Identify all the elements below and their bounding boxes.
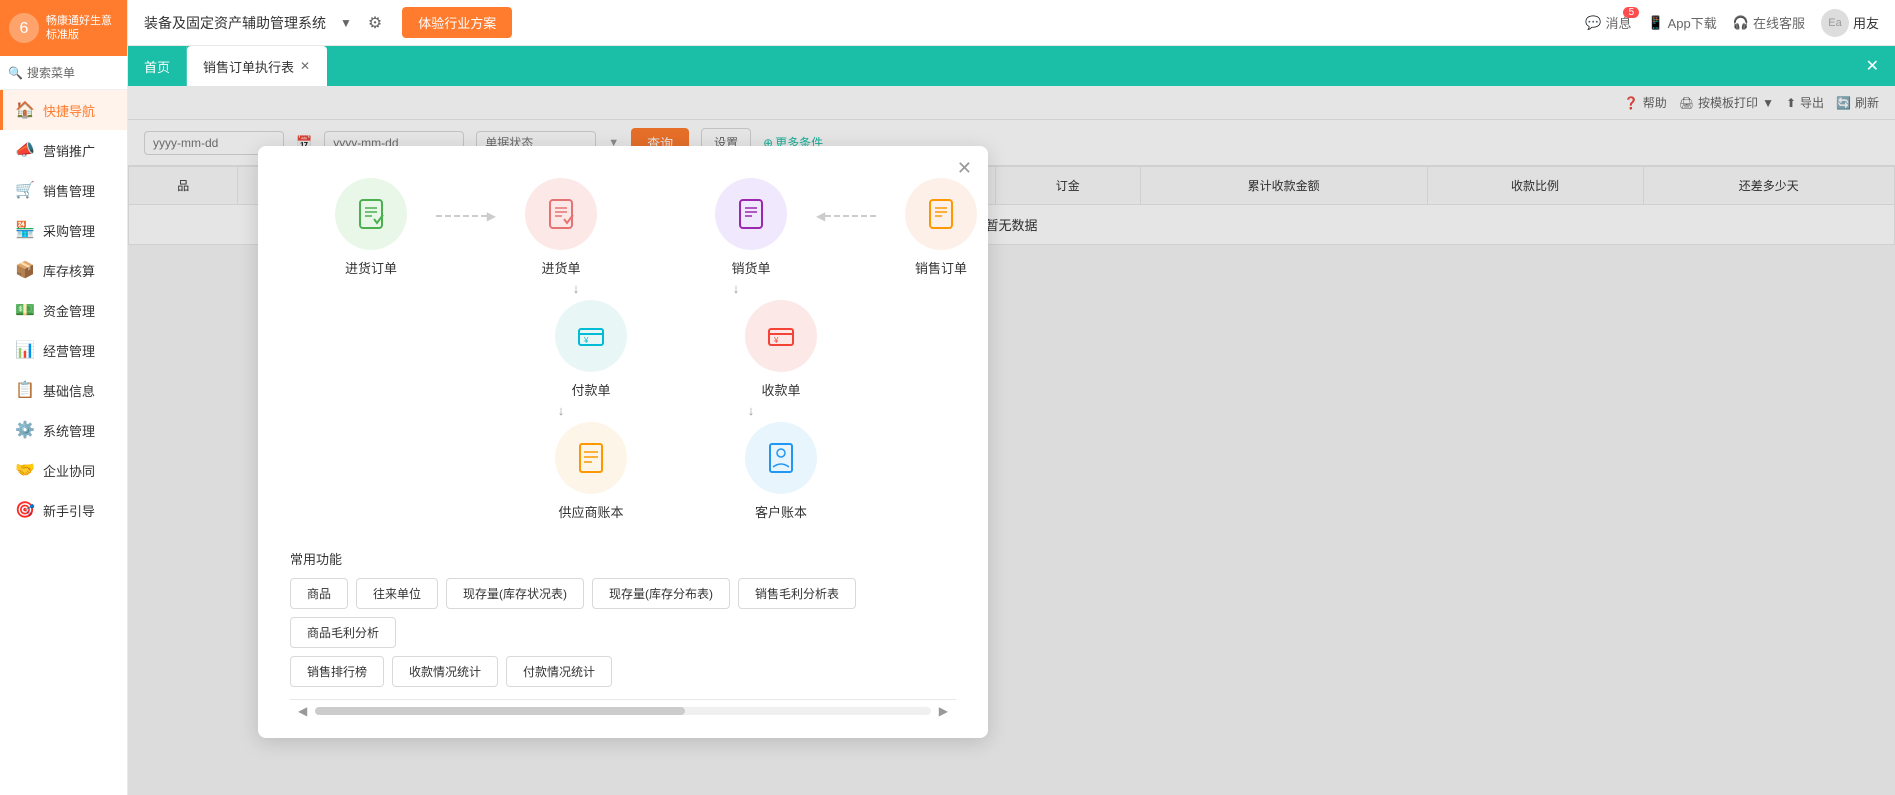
app-logo: 6 畅康通好生意 标准版 bbox=[0, 0, 127, 56]
sidebar-item-enterprise[interactable]: 🤝 企业协同 bbox=[0, 450, 127, 490]
sidebar-item-sales[interactable]: 🛒 销售管理 bbox=[0, 170, 127, 210]
scroll-row: ◀ ▶ bbox=[290, 699, 956, 722]
receipt-label: 收款单 bbox=[761, 380, 800, 399]
experience-btn[interactable]: 体验行业方案 bbox=[402, 7, 512, 38]
supplier-ledger-icon bbox=[555, 422, 627, 494]
func-btn-inventory-status[interactable]: 现存量(库存状况表) bbox=[446, 578, 584, 609]
marketing-icon: 📣 bbox=[15, 140, 35, 160]
inventory-icon: 📦 bbox=[15, 260, 35, 280]
payment-node[interactable]: ¥ 付款单 bbox=[526, 300, 656, 399]
operations-icon: 📊 bbox=[15, 340, 35, 360]
scroll-thumb bbox=[315, 707, 684, 715]
receipt-icon: ¥ bbox=[745, 300, 817, 372]
func-buttons-row1: 商品 往来单位 现存量(库存状况表) 现存量(库存分布表) 销售毛利分析表 商品… bbox=[290, 578, 956, 648]
svg-text:6: 6 bbox=[20, 20, 29, 37]
tab-sales-order-exec[interactable]: 销售订单执行表 ✕ bbox=[187, 46, 327, 86]
app-download-action[interactable]: 📱 App下载 bbox=[1647, 13, 1716, 32]
finance-icon: 💵 bbox=[15, 300, 35, 320]
sidebar-item-inventory[interactable]: 📦 库存核算 bbox=[0, 250, 127, 290]
tab-bar: 首页 销售订单执行表 ✕ ✕ bbox=[128, 46, 1895, 86]
workflow-diagram: 进货订单 ▶ bbox=[290, 170, 956, 529]
purchase-receipt-icon bbox=[525, 178, 597, 250]
sidebar-item-basic-info[interactable]: 📋 基础信息 bbox=[0, 370, 127, 410]
svg-text:¥: ¥ bbox=[773, 336, 779, 345]
main-content: 装备及固定资产辅助管理系统 ▼ ⚙ 体验行业方案 💬 消息 5 📱 App下载 … bbox=[128, 0, 1895, 795]
func-btn-sales-ranking[interactable]: 销售排行榜 bbox=[290, 656, 384, 687]
tab-close-icon[interactable]: ✕ bbox=[300, 59, 310, 73]
message-action[interactable]: 💬 消息 5 bbox=[1585, 13, 1631, 32]
func-btn-inventory-dist[interactable]: 现存量(库存分布表) bbox=[592, 578, 730, 609]
scroll-track[interactable] bbox=[315, 707, 931, 715]
purchase-order-label: 进货订单 bbox=[345, 258, 397, 277]
func-btn-contacts[interactable]: 往来单位 bbox=[356, 578, 438, 609]
system-dropdown-icon[interactable]: ▼ bbox=[340, 16, 352, 30]
logo-icon: 6 bbox=[8, 12, 40, 44]
sidebar-item-operations[interactable]: 📊 经营管理 bbox=[0, 330, 127, 370]
search-icon: 🔍 bbox=[8, 66, 23, 80]
download-icon: 📱 bbox=[1647, 15, 1663, 31]
customer-ledger-icon bbox=[745, 422, 817, 494]
sales-order-label: 销售订单 bbox=[915, 258, 967, 277]
func-btn-product-margin[interactable]: 商品毛利分析 bbox=[290, 617, 396, 648]
sidebar-item-newbie[interactable]: 🎯 新手引导 bbox=[0, 490, 127, 530]
customer-ledger-label: 客户账本 bbox=[755, 502, 807, 521]
service-icon: 🎧 bbox=[1733, 15, 1749, 31]
newbie-icon: 🎯 bbox=[15, 500, 35, 520]
quick-nav-icon: 🏠 bbox=[15, 100, 35, 120]
app-name: 畅康通好生意 标准版 bbox=[46, 14, 112, 43]
purchase-receipt-label: 进货单 bbox=[541, 258, 580, 277]
basic-info-icon: 📋 bbox=[15, 380, 35, 400]
modal-close-btn[interactable]: ✕ bbox=[957, 158, 972, 179]
func-btn-product[interactable]: 商品 bbox=[290, 578, 348, 609]
common-functions: 常用功能 商品 往来单位 现存量(库存状况表) 现存量(库存分布表) 销售毛利分… bbox=[290, 549, 956, 687]
modal-overlay[interactable]: ✕ bbox=[128, 86, 1895, 795]
func-btn-payment-stats[interactable]: 付款情况统计 bbox=[506, 656, 612, 687]
payment-label: 付款单 bbox=[571, 380, 610, 399]
sidebar-item-system[interactable]: ⚙️ 系统管理 bbox=[0, 410, 127, 450]
sales-order-node[interactable]: 销售订单 bbox=[876, 178, 1006, 277]
sales-icon: 🛒 bbox=[15, 180, 35, 200]
system-title: 装备及固定资产辅助管理系统 bbox=[144, 13, 326, 33]
tab-home[interactable]: 首页 bbox=[128, 46, 187, 86]
svg-text:¥: ¥ bbox=[583, 336, 589, 345]
func-btn-receipt-stats[interactable]: 收款情况统计 bbox=[392, 656, 498, 687]
tab-bar-close-icon[interactable]: ✕ bbox=[1866, 56, 1879, 76]
workflow-modal: ✕ bbox=[258, 146, 988, 738]
supplier-ledger-label: 供应商账本 bbox=[558, 502, 623, 521]
avatar: Ea bbox=[1821, 9, 1849, 37]
top-header: 装备及固定资产辅助管理系统 ▼ ⚙ 体验行业方案 💬 消息 5 📱 App下载 … bbox=[128, 0, 1895, 46]
sidebar-item-marketing[interactable]: 📣 营销推广 bbox=[0, 130, 127, 170]
purchase-order-icon bbox=[335, 178, 407, 250]
sales-receipt-label: 销货单 bbox=[731, 258, 770, 277]
supplier-ledger-node[interactable]: 供应商账本 bbox=[526, 422, 656, 521]
common-functions-title: 常用功能 bbox=[290, 549, 956, 568]
system-icon: ⚙️ bbox=[15, 420, 35, 440]
func-buttons-row2: 销售排行榜 收款情况统计 付款情况统计 bbox=[290, 656, 956, 687]
sidebar-item-purchase[interactable]: 🏪 采购管理 bbox=[0, 210, 127, 250]
content-area: ❓ 帮助 🖨 按模板打印 ▼ ⬆ 导出 🔄 刷新 bbox=[128, 86, 1895, 795]
message-icon: 💬 bbox=[1585, 15, 1601, 31]
sidebar-nav: 🏠 快捷导航 📣 营销推广 🛒 销售管理 🏪 采购管理 📦 库存核算 💵 bbox=[0, 90, 127, 795]
user-action[interactable]: Ea 用友 bbox=[1821, 9, 1879, 37]
scroll-left-arrow[interactable]: ◀ bbox=[298, 704, 307, 718]
sales-receipt-icon bbox=[715, 178, 787, 250]
settings-icon[interactable]: ⚙ bbox=[368, 13, 382, 33]
search-menu[interactable]: 🔍 搜索菜单 bbox=[0, 56, 127, 90]
sidebar-item-finance[interactable]: 💵 资金管理 bbox=[0, 290, 127, 330]
payment-icon: ¥ bbox=[555, 300, 627, 372]
sales-order-icon bbox=[905, 178, 977, 250]
online-service-action[interactable]: 🎧 在线客服 bbox=[1733, 13, 1805, 32]
receipt-node[interactable]: ¥ 收款单 bbox=[716, 300, 846, 399]
sales-receipt-node[interactable]: 销货单 bbox=[686, 178, 816, 277]
header-right: 💬 消息 5 📱 App下载 🎧 在线客服 Ea 用友 bbox=[1585, 9, 1879, 37]
customer-ledger-node[interactable]: 客户账本 bbox=[716, 422, 846, 521]
purchase-order-node[interactable]: 进货订单 bbox=[306, 178, 436, 277]
scroll-right-arrow[interactable]: ▶ bbox=[939, 704, 948, 718]
enterprise-icon: 🤝 bbox=[15, 460, 35, 480]
purchase-receipt-node[interactable]: 进货单 bbox=[496, 178, 626, 277]
sidebar: 6 畅康通好生意 标准版 🔍 搜索菜单 🏠 快捷导航 📣 营销推广 🛒 销售管理 bbox=[0, 0, 128, 795]
purchase-icon: 🏪 bbox=[15, 220, 35, 240]
func-btn-sales-margin[interactable]: 销售毛利分析表 bbox=[738, 578, 856, 609]
sidebar-item-quick-nav[interactable]: 🏠 快捷导航 bbox=[0, 90, 127, 130]
